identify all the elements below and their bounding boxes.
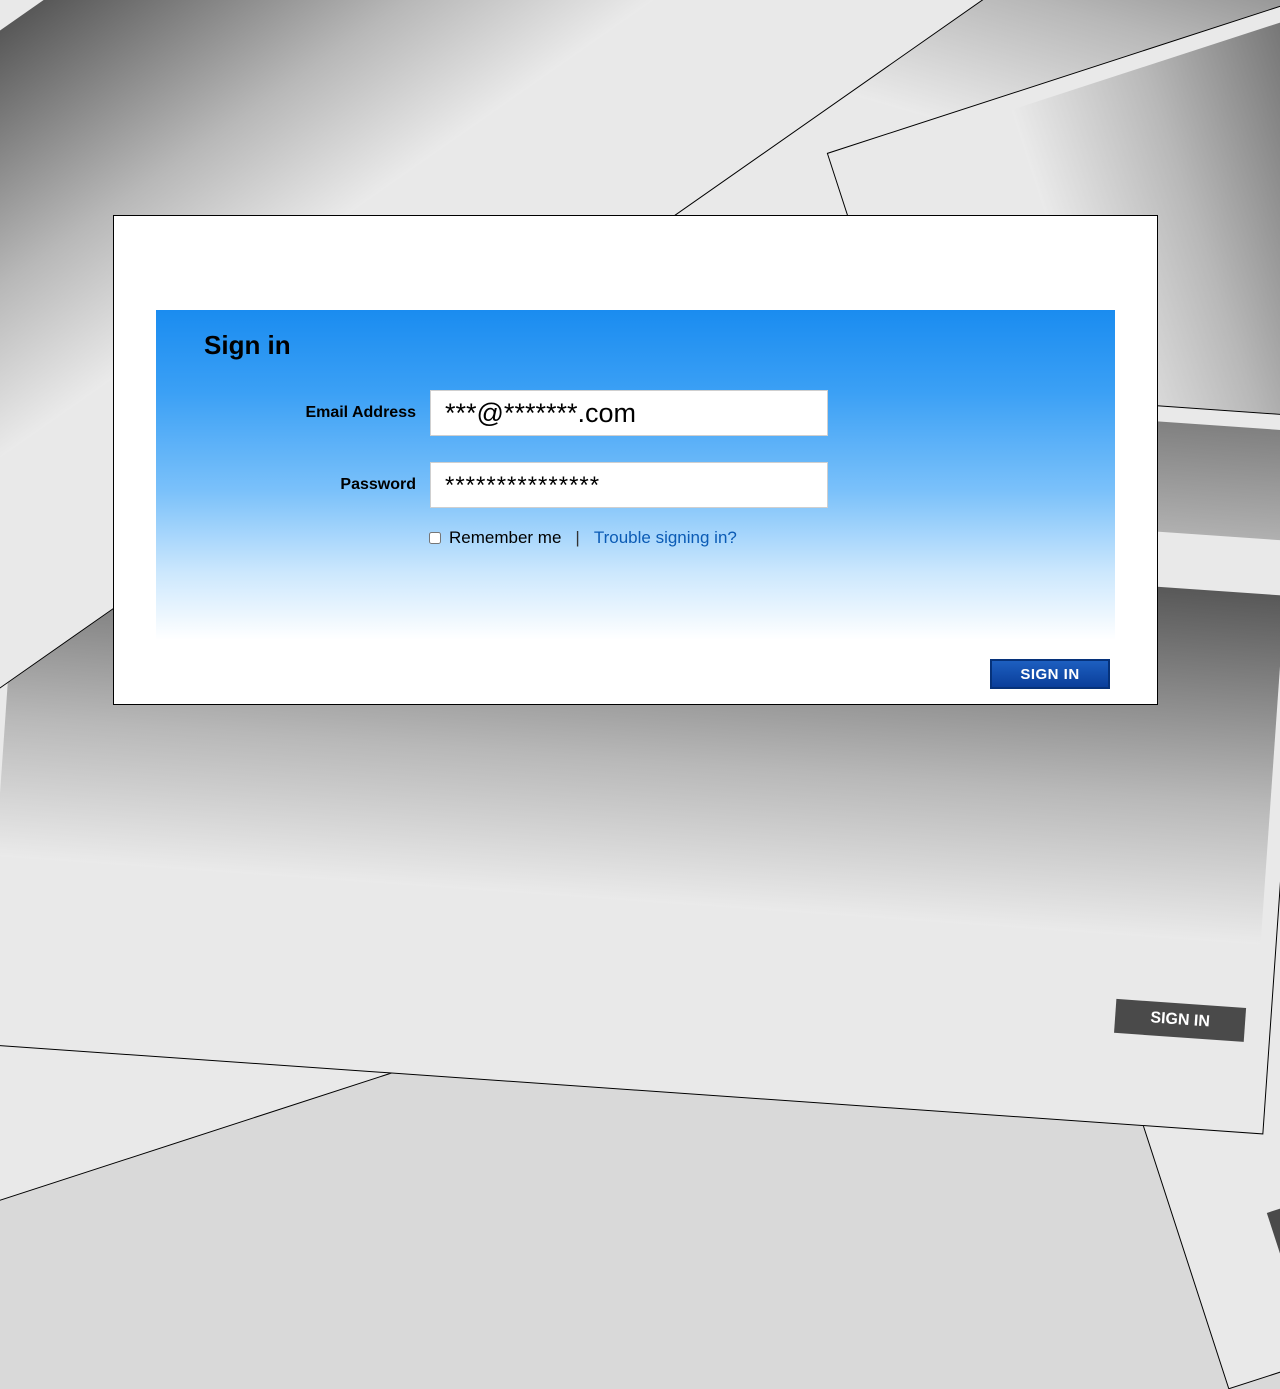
signin-panel: Sign in Email Address Password *********… [156,310,1115,640]
email-row: Email Address [156,390,1115,436]
separator: | [575,528,579,548]
trouble-signing-in-link[interactable]: Trouble signing in? [594,528,737,548]
signin-card: Sign in Email Address Password *********… [113,215,1158,705]
options-row: Remember me | Trouble signing in? [429,528,737,548]
signin-button[interactable]: SIGN IN [990,659,1110,689]
background-signin-button: SIGN IN [1114,999,1246,1042]
background-signin-button: SIGN IN [1267,1202,1280,1336]
email-field[interactable] [430,390,828,436]
remember-me-checkbox[interactable] [429,532,441,544]
email-label: Email Address [156,404,416,422]
password-label: Password [156,476,416,494]
password-field[interactable]: *************** [430,462,828,508]
password-row: Password *************** [156,462,1115,508]
signin-title: Sign in [204,330,291,361]
remember-me-label: Remember me [449,528,561,548]
